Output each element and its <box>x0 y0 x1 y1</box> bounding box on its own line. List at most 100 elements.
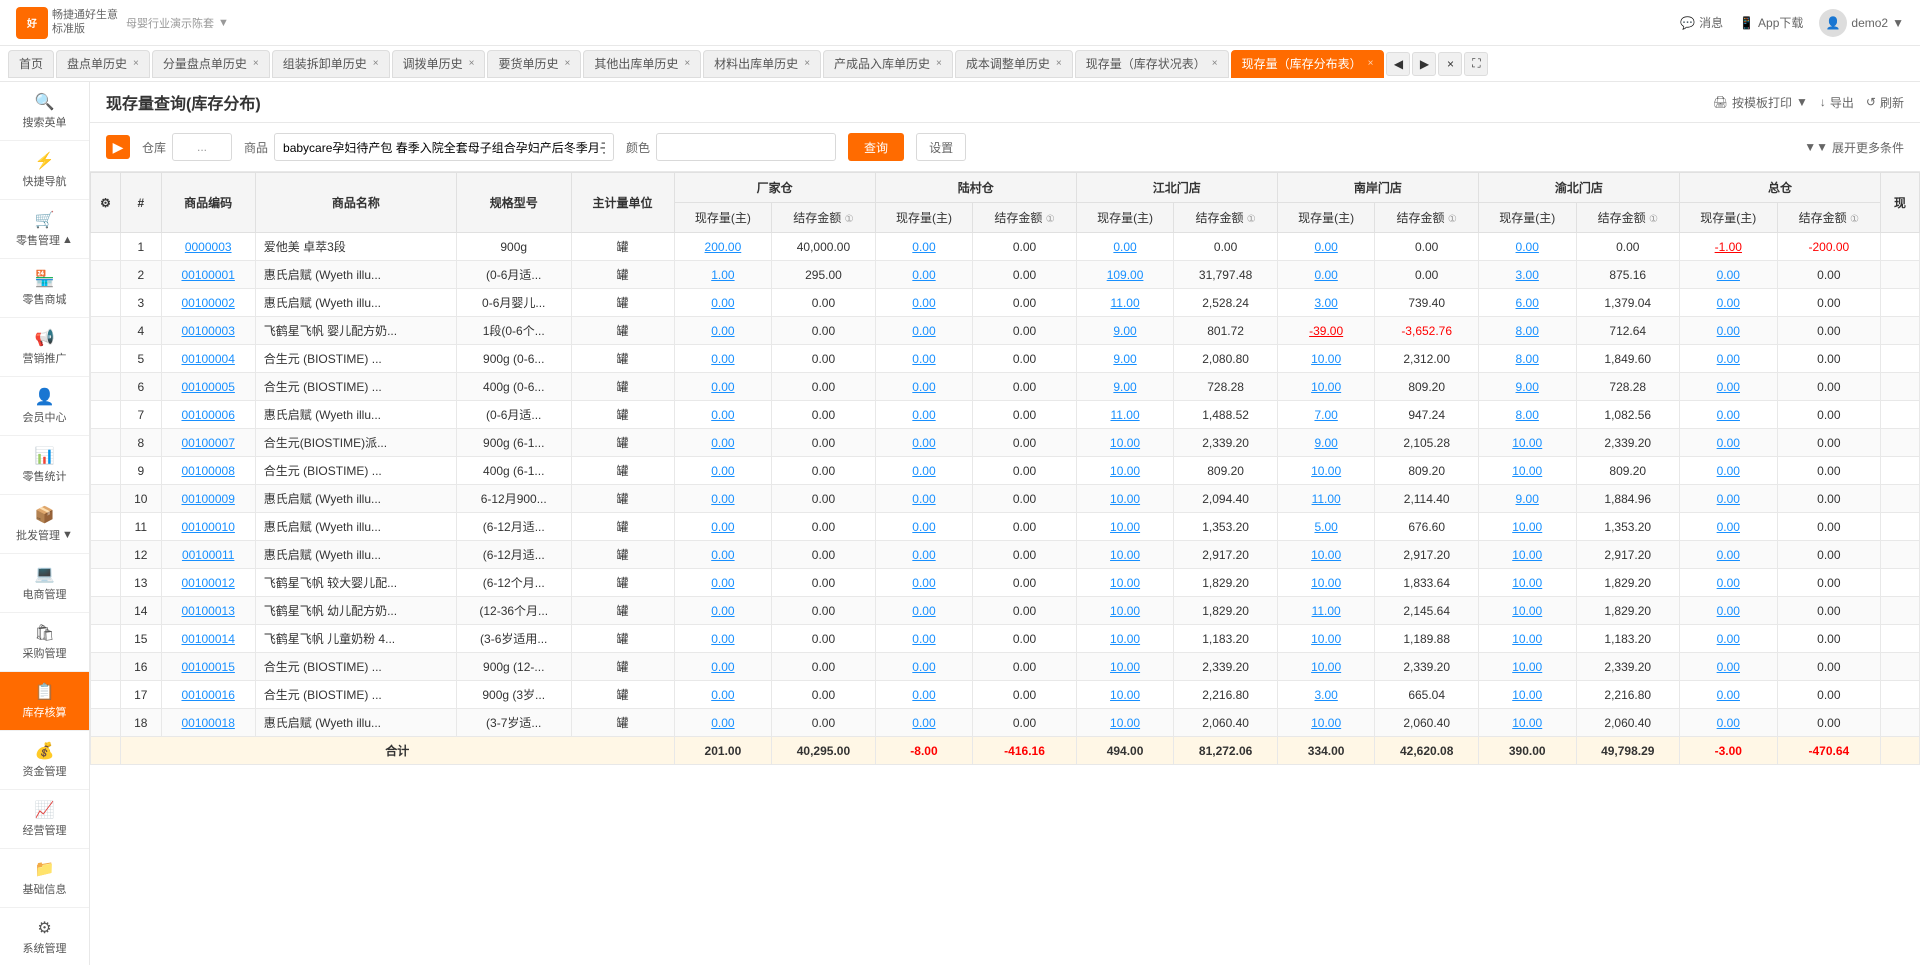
cell-yb-qty[interactable]: 6.00 <box>1478 289 1576 317</box>
cell-cj-qty[interactable]: 0.00 <box>674 485 772 513</box>
sidebar-item-retail[interactable]: 🛒 零售管理▲ <box>0 200 89 259</box>
close-tab-transfer[interactable]: × <box>469 58 475 69</box>
cell-yb-qty[interactable]: 10.00 <box>1478 653 1576 681</box>
message-btn[interactable]: 💬 消息 <box>1680 14 1723 31</box>
cell-na-qty[interactable]: 3.00 <box>1277 289 1375 317</box>
cell-lc-qty[interactable]: 0.00 <box>875 597 973 625</box>
cell-zc-qty[interactable]: 0.00 <box>1679 485 1777 513</box>
tab-otherout[interactable]: 其他出库单历史 × <box>583 50 701 78</box>
cell-na-qty[interactable]: 11.00 <box>1277 485 1375 513</box>
cell-code[interactable]: 00100013 <box>161 597 255 625</box>
cell-jb-qty[interactable]: 10.00 <box>1076 653 1174 681</box>
cell-code[interactable]: 00100007 <box>161 429 255 457</box>
cell-na-qty[interactable]: 10.00 <box>1277 625 1375 653</box>
cell-lc-qty[interactable]: 0.00 <box>875 261 973 289</box>
cell-jb-qty[interactable]: 9.00 <box>1076 345 1174 373</box>
cell-cj-qty[interactable]: 200.00 <box>674 233 772 261</box>
tab-stocklist[interactable]: 盘点单历史 × <box>56 50 150 78</box>
sidebar-item-wholesale[interactable]: 📦 批发管理▼ <box>0 495 89 554</box>
cell-lc-qty[interactable]: 0.00 <box>875 681 973 709</box>
cell-lc-qty[interactable]: 0.00 <box>875 401 973 429</box>
close-tab-assemble[interactable]: × <box>373 58 379 69</box>
cell-na-qty[interactable]: 0.00 <box>1277 233 1375 261</box>
cell-lc-qty[interactable]: 0.00 <box>875 345 973 373</box>
cell-jb-qty[interactable]: 9.00 <box>1076 317 1174 345</box>
cell-zc-qty[interactable]: 0.00 <box>1679 653 1777 681</box>
cell-lc-qty[interactable]: 0.00 <box>875 541 973 569</box>
cell-yb-qty[interactable]: 10.00 <box>1478 625 1576 653</box>
cell-cj-qty[interactable]: 0.00 <box>674 373 772 401</box>
cell-yb-qty[interactable]: 8.00 <box>1478 401 1576 429</box>
cell-na-qty[interactable]: 10.00 <box>1277 653 1375 681</box>
cell-zc-qty[interactable]: 0.00 <box>1679 709 1777 737</box>
cell-zc-qty[interactable]: 0.00 <box>1679 541 1777 569</box>
sidebar-item-marketing[interactable]: 📢 营销推广 <box>0 318 89 377</box>
cell-yb-qty[interactable]: 10.00 <box>1478 429 1576 457</box>
sidebar-item-financial[interactable]: 💰 资金管理 <box>0 731 89 790</box>
cell-yb-qty[interactable]: 9.00 <box>1478 485 1576 513</box>
cell-na-qty[interactable]: 10.00 <box>1277 541 1375 569</box>
cell-lc-qty[interactable]: 0.00 <box>875 429 973 457</box>
cell-na-qty[interactable]: 10.00 <box>1277 569 1375 597</box>
close-tab-partstock[interactable]: × <box>253 58 259 69</box>
cell-jb-qty[interactable]: 10.00 <box>1076 597 1174 625</box>
cell-na-qty[interactable]: 5.00 <box>1277 513 1375 541</box>
cell-yb-qty[interactable]: 10.00 <box>1478 709 1576 737</box>
cell-jb-qty[interactable]: 10.00 <box>1076 485 1174 513</box>
close-tab-otherout[interactable]: × <box>684 58 690 69</box>
close-tab-demand[interactable]: × <box>564 58 570 69</box>
cell-lc-qty[interactable]: 0.00 <box>875 653 973 681</box>
cell-jb-qty[interactable]: 9.00 <box>1076 373 1174 401</box>
cell-yb-qty[interactable]: 10.00 <box>1478 457 1576 485</box>
sidebar-item-operations[interactable]: 📈 经营管理 <box>0 790 89 849</box>
cell-zc-qty[interactable]: 0.00 <box>1679 625 1777 653</box>
cell-lc-qty[interactable]: 0.00 <box>875 457 973 485</box>
tab-prev-btn[interactable]: ◀ <box>1386 52 1410 76</box>
tab-productin[interactable]: 产成品入库单历史 × <box>823 50 953 78</box>
cell-yb-qty[interactable]: 10.00 <box>1478 513 1576 541</box>
cell-na-qty[interactable]: 10.00 <box>1277 373 1375 401</box>
settings-button[interactable]: 设置 <box>916 133 966 161</box>
cell-jb-qty[interactable]: 10.00 <box>1076 681 1174 709</box>
cell-yb-qty[interactable]: 10.00 <box>1478 569 1576 597</box>
print-btn[interactable]: 🖨 按模板打印 ▼ <box>1713 94 1808 111</box>
refresh-btn[interactable]: ↺ 刷新 <box>1866 94 1904 111</box>
cell-zc-qty[interactable]: 0.00 <box>1679 513 1777 541</box>
app-download-btn[interactable]: 📱 App下载 <box>1739 14 1803 31</box>
cell-code[interactable]: 0000003 <box>161 233 255 261</box>
cell-yb-qty[interactable]: 10.00 <box>1478 541 1576 569</box>
cell-zc-qty[interactable]: 0.00 <box>1679 261 1777 289</box>
warehouse-input[interactable] <box>172 133 232 161</box>
cell-code[interactable]: 00100010 <box>161 513 255 541</box>
cell-yb-qty[interactable]: 10.00 <box>1478 597 1576 625</box>
cell-jb-qty[interactable]: 109.00 <box>1076 261 1174 289</box>
cell-na-qty[interactable]: 9.00 <box>1277 429 1375 457</box>
cell-zc-qty[interactable]: 0.00 <box>1679 597 1777 625</box>
cell-na-qty[interactable]: 3.00 <box>1277 681 1375 709</box>
cell-code[interactable]: 00100018 <box>161 709 255 737</box>
cell-jb-qty[interactable]: 10.00 <box>1076 457 1174 485</box>
cell-code[interactable]: 00100002 <box>161 289 255 317</box>
sidebar-item-quicknav[interactable]: ⚡ 快捷导航 <box>0 141 89 200</box>
close-tab-stockdist[interactable]: × <box>1368 58 1374 69</box>
cell-zc-qty[interactable]: 0.00 <box>1679 289 1777 317</box>
cell-yb-qty[interactable]: 0.00 <box>1478 233 1576 261</box>
cell-lc-qty[interactable]: 0.00 <box>875 709 973 737</box>
cell-code[interactable]: 00100016 <box>161 681 255 709</box>
export-btn[interactable]: ↓ 导出 <box>1820 94 1854 111</box>
cell-zc-qty[interactable]: 0.00 <box>1679 681 1777 709</box>
cell-cj-qty[interactable]: 0.00 <box>674 289 772 317</box>
cell-cj-qty[interactable]: 0.00 <box>674 541 772 569</box>
cell-code[interactable]: 00100012 <box>161 569 255 597</box>
cell-zc-qty[interactable]: 0.00 <box>1679 401 1777 429</box>
cell-cj-qty[interactable]: 0.00 <box>674 597 772 625</box>
color-input[interactable] <box>656 133 836 161</box>
cell-code[interactable]: 00100003 <box>161 317 255 345</box>
sidebar-item-stats[interactable]: 📊 零售统计 <box>0 436 89 495</box>
close-tab-costadjust[interactable]: × <box>1056 58 1062 69</box>
user-menu[interactable]: 👤 demo2 ▼ <box>1819 9 1904 37</box>
cell-cj-qty[interactable]: 0.00 <box>674 681 772 709</box>
cell-na-qty[interactable]: 10.00 <box>1277 457 1375 485</box>
sidebar-item-purchase[interactable]: 🛍 采购管理 <box>0 613 89 672</box>
cell-na-qty[interactable]: -39.00 <box>1277 317 1375 345</box>
